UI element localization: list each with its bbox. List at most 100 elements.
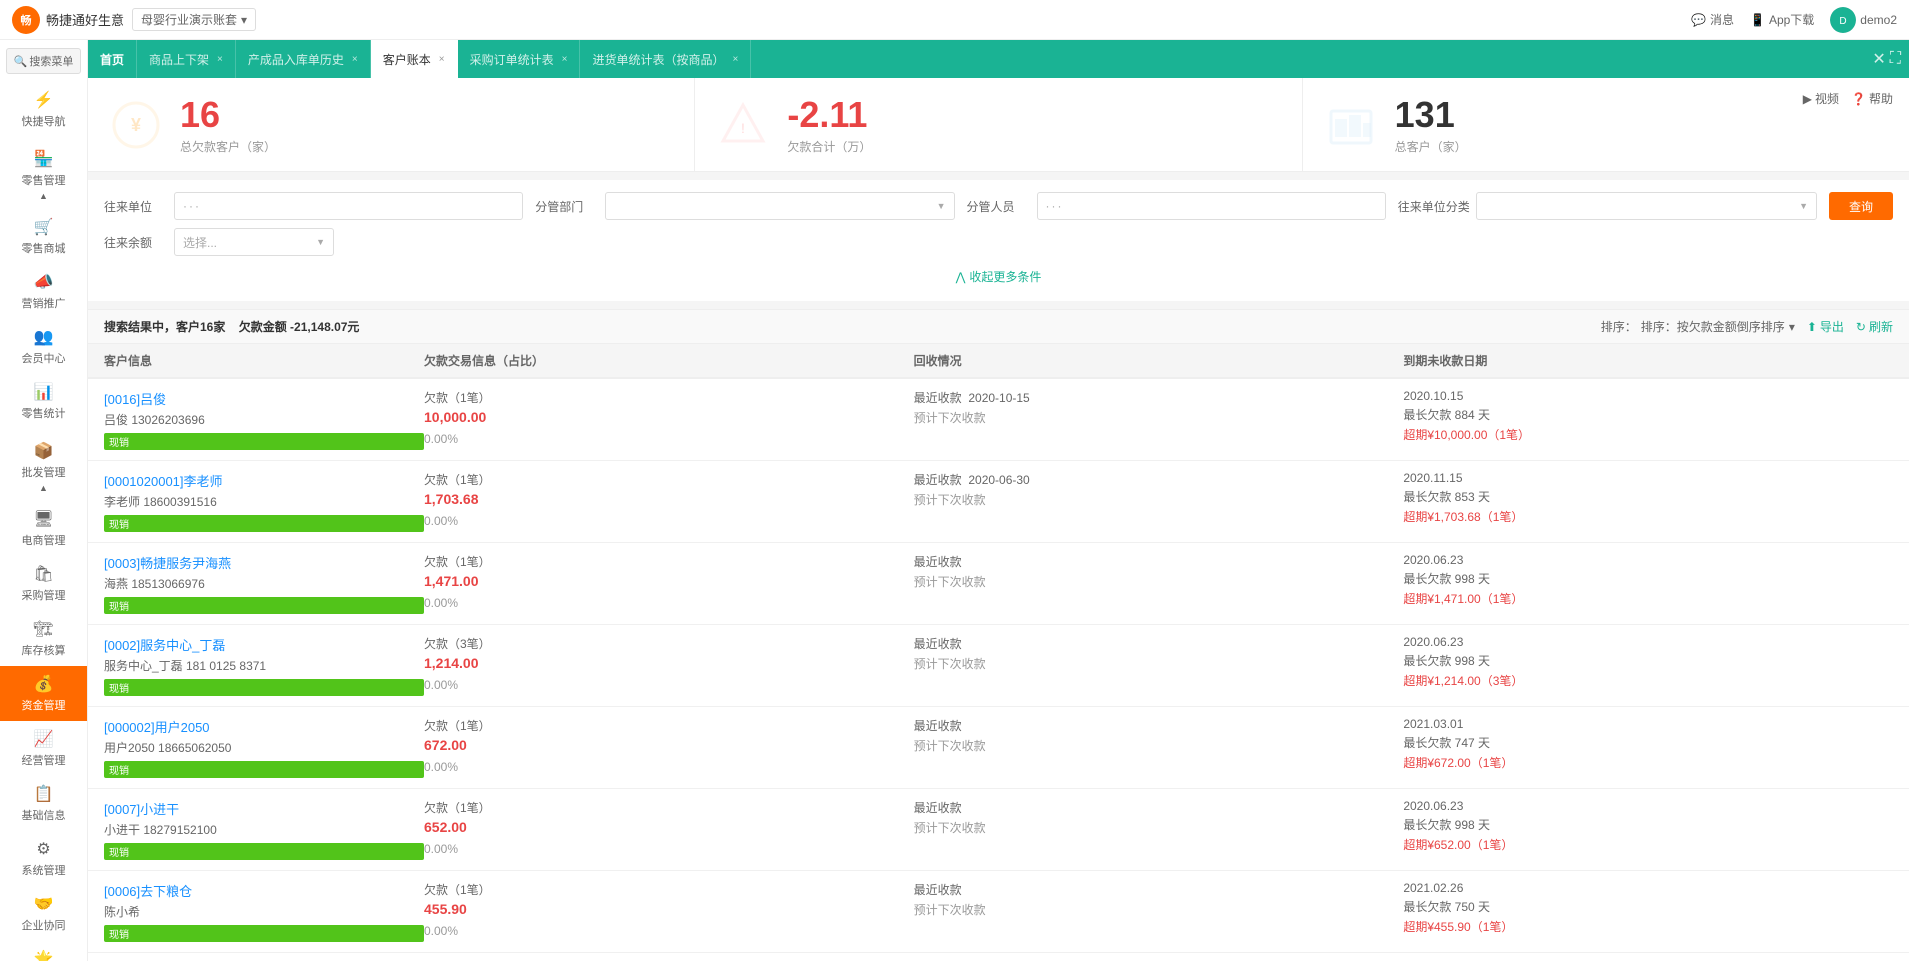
customer-info-5: [0007]小进干 小进干 18279152100 现销 xyxy=(104,799,424,860)
close-tab-purchase-orders[interactable]: × xyxy=(562,54,568,65)
close-tab-product-shelves[interactable]: × xyxy=(217,54,223,65)
result-text: 搜索结果中，客户16家 欠款金额 -21,148.07元 xyxy=(104,318,359,335)
customer-tag-0: 现销 xyxy=(104,433,424,450)
new-guide-icon: 🌟 xyxy=(34,949,54,961)
stat-total-customers: 131 总客户（家） ▶ 视频 ❓ 帮助 xyxy=(1303,78,1909,171)
overdue-info-4: 2021.03.01 最长欠款 747 天 超期¥672.00（1笔） xyxy=(1403,717,1893,771)
video-btn[interactable]: ▶ 视频 xyxy=(1803,90,1839,107)
debt-amount-6[interactable]: 455.90 xyxy=(424,901,914,917)
tab-product-shelves[interactable]: 商品上下架 × xyxy=(137,40,236,78)
next-collect-3: 预计下次收款 xyxy=(914,655,1404,672)
person-input[interactable]: ··· xyxy=(1037,192,1386,220)
debt-customers-label: 总欠款客户（家） xyxy=(180,138,276,155)
retail-management-icon: 🏪 xyxy=(34,149,54,169)
sidebar-item-batch-management[interactable]: 📦 批发管理 ▲ xyxy=(0,433,87,501)
filter-person: 分管人员 ··· xyxy=(967,192,1386,220)
customer-name-5[interactable]: [0007]小进干 xyxy=(104,799,424,818)
debt-amount-5[interactable]: 652.00 xyxy=(424,819,914,835)
export-btn[interactable]: ⬆ 导出 xyxy=(1807,318,1844,335)
table-row: [0003]畅捷服务尹海燕 海燕 18513066976 现销 欠款（1笔） 1… xyxy=(88,543,1909,625)
customer-name-3[interactable]: [0002]服务中心_丁磊 xyxy=(104,635,424,654)
overdue-link-5[interactable]: 超期¥652.00（1笔） xyxy=(1403,836,1893,853)
message-btn[interactable]: 💬 消息 xyxy=(1691,11,1734,28)
debt-amount-info: -2.11 欠款合计（万） xyxy=(787,94,871,155)
dept-input[interactable] xyxy=(605,192,954,220)
table-row: [0001020001]李老师 李老师 18600391516 现销 欠款（1笔… xyxy=(88,461,1909,543)
customer-name-1[interactable]: [0001020001]李老师 xyxy=(104,471,424,490)
overdue-link-2[interactable]: 超期¥1,471.00（1笔） xyxy=(1403,590,1893,607)
from-unit-input[interactable]: ··· xyxy=(174,192,523,220)
tab-customer-account[interactable]: 客户账本 × xyxy=(371,40,458,78)
collapse-btn[interactable]: ⋀ 收起更多条件 xyxy=(104,264,1893,289)
debt-amount-3[interactable]: 1,214.00 xyxy=(424,655,914,671)
result-bar: 搜索结果中，客户16家 欠款金额 -21,148.07元 排序： 排序：按欠款金… xyxy=(88,309,1909,344)
maximize-btn[interactable]: ⛶ xyxy=(1890,50,1901,68)
close-tab-customer-account[interactable]: × xyxy=(439,54,445,65)
overdue-date-3: 2020.06.23 xyxy=(1403,635,1893,649)
sidebar-item-member-center[interactable]: 👥 会员中心 xyxy=(0,319,87,374)
search-button[interactable]: 查询 xyxy=(1829,192,1893,220)
sidebar-item-new-guide[interactable]: 🌟 新手引导 xyxy=(0,941,87,961)
customer-name-2[interactable]: [0003]畅捷服务尹海燕 xyxy=(104,553,424,572)
customer-name-4[interactable]: [000002]用户2050 xyxy=(104,717,424,736)
overdue-days-0: 最长欠款 884 天 xyxy=(1403,406,1893,423)
overdue-date-2: 2020.06.23 xyxy=(1403,553,1893,567)
last-collect-label-2: 最近收款 xyxy=(914,553,1404,570)
debt-amount-0[interactable]: 10,000.00 xyxy=(424,409,914,425)
overdue-link-3[interactable]: 超期¥1,214.00（3笔） xyxy=(1403,672,1893,689)
close-all-tabs-btn[interactable]: ✕ xyxy=(1872,49,1885,69)
sort-selector[interactable]: 排序： 排序：按欠款金额倒序排序 ▾ xyxy=(1601,318,1795,335)
sidebar-item-quick-nav[interactable]: ⚡ 快捷导航 xyxy=(0,82,87,137)
sidebar-item-marketing[interactable]: 📣 营销推广 xyxy=(0,264,87,319)
customer-name-0[interactable]: [0016]吕俊 xyxy=(104,389,424,408)
search-menu-btn[interactable]: 🔍 搜索菜单 xyxy=(6,48,81,74)
th-debt-info: 欠款交易信息（占比） xyxy=(424,352,914,369)
debt-amount-number: -2.11 xyxy=(787,94,871,136)
refresh-btn[interactable]: ↻ 刷新 xyxy=(1856,318,1893,335)
sidebar-item-retail-mall[interactable]: 🛒 零售商城 xyxy=(0,209,87,264)
debt-amount-4[interactable]: 672.00 xyxy=(424,737,914,753)
customer-phone-2: 海燕 18513066976 xyxy=(104,575,424,592)
sidebar-item-enterprise-collab[interactable]: 🤝 企业协同 xyxy=(0,886,87,941)
sidebar-item-operations[interactable]: 📈 经营管理 xyxy=(0,721,87,776)
industry-selector[interactable]: 母婴行业演示账套 ▾ xyxy=(132,8,256,31)
sidebar-item-system[interactable]: ⚙ 系统管理 xyxy=(0,831,87,886)
debt-amount-1[interactable]: 1,703.68 xyxy=(424,491,914,507)
sidebar-item-ecommerce[interactable]: 🖥 电商管理 xyxy=(0,501,87,556)
debt-count-0: 欠款（1笔） xyxy=(424,389,914,406)
overdue-date-1: 2020.11.15 xyxy=(1403,471,1893,485)
th-overdue-date: 到期未收款日期 xyxy=(1403,352,1893,369)
user-avatar[interactable]: D demo2 xyxy=(1830,7,1897,33)
filter-row-1: 往来单位 ··· 分管部门 分管人员 ··· xyxy=(104,192,1893,220)
tab-purchase-stats[interactable]: 进货单统计表（按商品） × xyxy=(580,40,751,78)
customer-tag-1: 现销 xyxy=(104,515,424,532)
overdue-info-5: 2020.06.23 最长欠款 998 天 超期¥652.00（1笔） xyxy=(1403,799,1893,853)
ecommerce-icon: 🖥 xyxy=(33,509,53,529)
sidebar-search-area: 🔍 搜索菜单 xyxy=(0,40,87,82)
overdue-link-6[interactable]: 超期¥455.90（1笔） xyxy=(1403,918,1893,935)
sidebar-item-inventory[interactable]: 🏗 库存核算 xyxy=(0,611,87,666)
tab-home[interactable]: 首页 xyxy=(88,40,137,78)
sidebar-item-capital[interactable]: 💰 资金管理 xyxy=(0,666,87,721)
stats-bar: ¥ 16 总欠款客户（家） ! xyxy=(88,78,1909,172)
close-tab-production-history[interactable]: × xyxy=(352,54,358,65)
sidebar-item-retail-management[interactable]: 🏪 零售管理 ▲ xyxy=(0,141,87,209)
close-tab-purchase-stats[interactable]: × xyxy=(732,54,738,65)
customer-name-6[interactable]: [0006]去下粮仓 xyxy=(104,881,424,900)
tab-purchase-orders[interactable]: 采购订单统计表 × xyxy=(458,40,581,78)
overdue-link-4[interactable]: 超期¥672.00（1笔） xyxy=(1403,754,1893,771)
debt-amount-2[interactable]: 1,471.00 xyxy=(424,573,914,589)
sidebar-item-retail-stats[interactable]: 📊 零售统计 xyxy=(0,374,87,429)
overdue-link-0[interactable]: 超期¥10,000.00（1笔） xyxy=(1403,426,1893,443)
overdue-link-1[interactable]: 超期¥1,703.68（1笔） xyxy=(1403,508,1893,525)
sidebar-item-basic-info[interactable]: 📋 基础信息 xyxy=(0,776,87,831)
app-download-btn[interactable]: 📱 App下载 xyxy=(1750,11,1814,28)
table-row: [0007]小进干 小进干 18279152100 现销 欠款（1笔） 652.… xyxy=(88,789,1909,871)
sidebar-item-purchase-management[interactable]: 🛍 采购管理 xyxy=(0,556,87,611)
help-btn[interactable]: ❓ 帮助 xyxy=(1851,90,1893,107)
tab-production-history[interactable]: 产成品入库单历史 × xyxy=(236,40,371,78)
unit-class-input[interactable] xyxy=(1476,192,1817,220)
sidebar: 🔍 搜索菜单 ⚡ 快捷导航 🏪 零售管理 ▲ 🛒 零售商城 📣 营销推广 👥 会… xyxy=(0,40,88,961)
balance-input[interactable]: 选择... xyxy=(174,228,334,256)
table-row: [000001]黄思源 黄思源 13552700226 现销 欠款（1笔） 42… xyxy=(88,953,1909,961)
